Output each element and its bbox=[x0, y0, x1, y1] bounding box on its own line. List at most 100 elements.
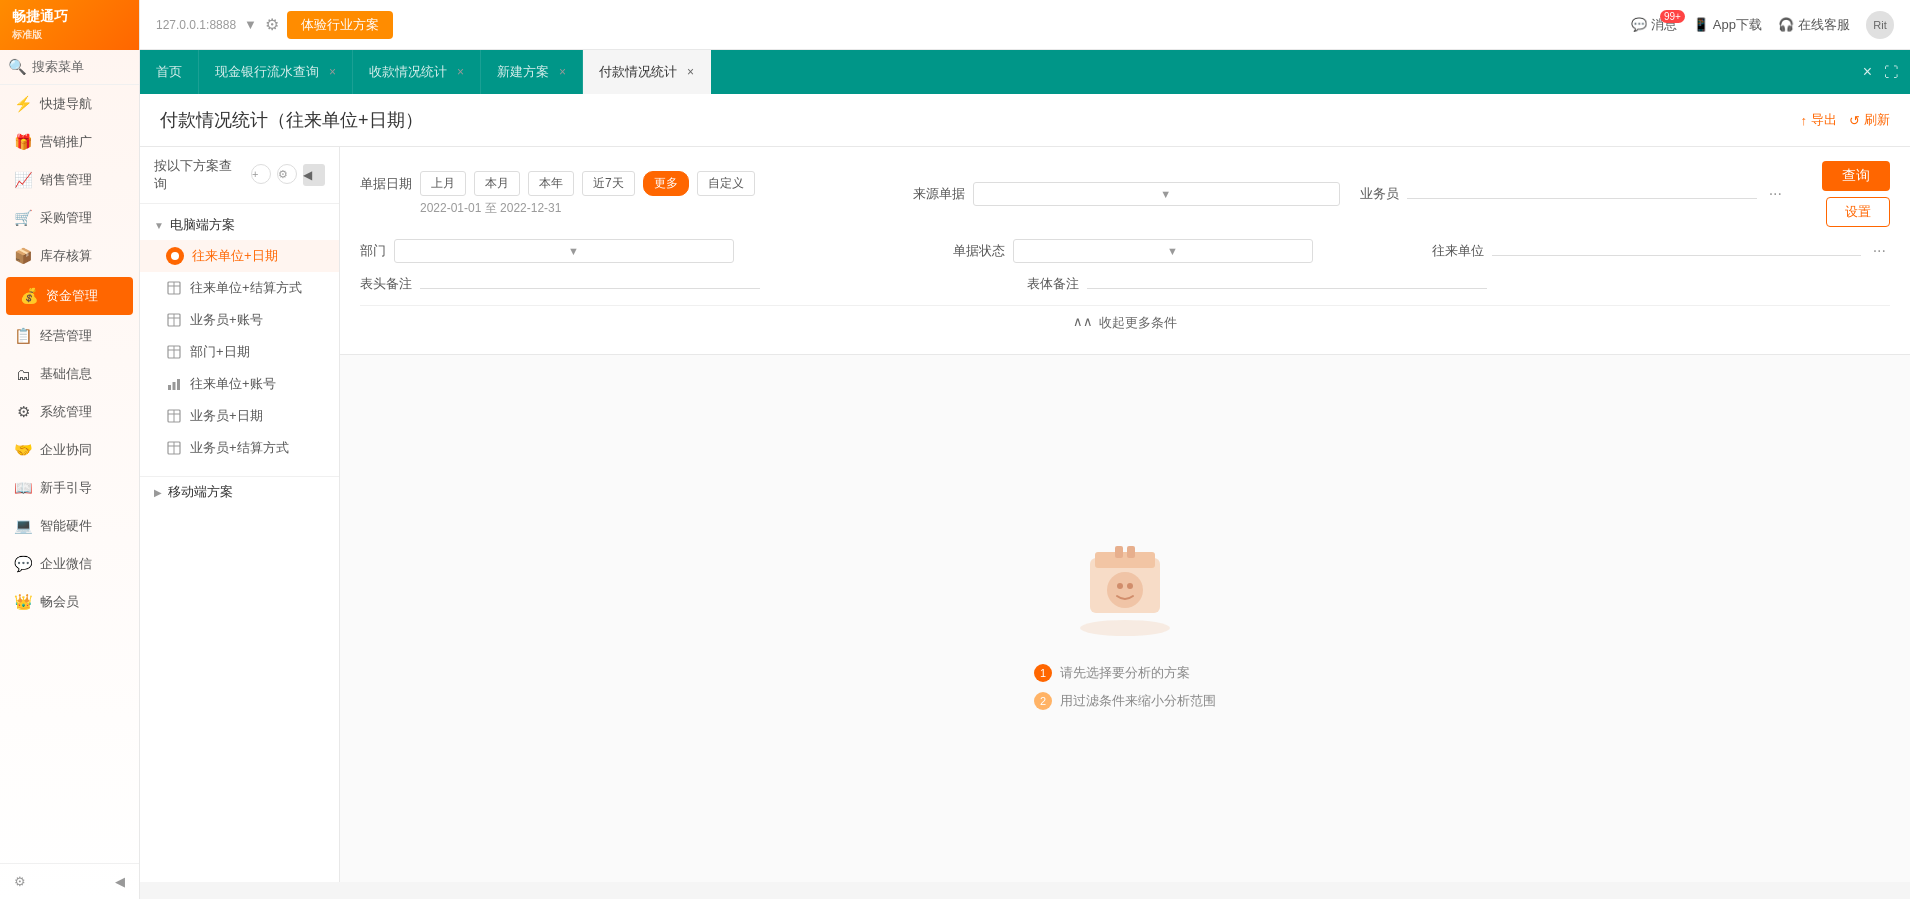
query-btn-area: 查询 设置 bbox=[1822, 161, 1890, 227]
chevron-left-icon: ◀ bbox=[303, 168, 325, 182]
header-note-col: 表头备注 bbox=[360, 275, 1007, 293]
tab-receipt-stats-label: 收款情况统计 bbox=[369, 63, 447, 81]
scheme-panel-icons: + ⚙ ◀ bbox=[251, 164, 325, 186]
app-download-area[interactable]: 📱 App下载 bbox=[1693, 16, 1762, 34]
export-btn[interactable]: ↑ 导出 bbox=[1801, 111, 1838, 129]
last-7days-btn[interactable]: 近7天 bbox=[582, 171, 635, 196]
app-download-label: App下载 bbox=[1713, 16, 1762, 34]
sidebar-item-member[interactable]: 👑 畅会员 bbox=[0, 583, 139, 621]
tab-bank-flow[interactable]: 现金银行流水查询 × bbox=[199, 50, 353, 94]
mobile-scheme-group: ▶ 移动端方案 bbox=[140, 470, 339, 513]
sidebar-label-coop: 企业协同 bbox=[40, 441, 92, 459]
scheme-item-dept-date[interactable]: 部门+日期 bbox=[140, 336, 339, 368]
staff-more-btn[interactable]: ··· bbox=[1765, 185, 1786, 203]
page-content: 付款情况统计（往来单位+日期） ↑ 导出 ↺ 刷新 按以下方案查询 bbox=[140, 94, 1910, 899]
scheme-item-staff-account[interactable]: 业务员+账号 bbox=[140, 304, 339, 336]
source-select[interactable]: ▼ bbox=[973, 182, 1339, 206]
settings-button[interactable]: 设置 bbox=[1826, 197, 1890, 227]
book-icon: 📖 bbox=[14, 479, 32, 497]
sidebar-label-inventory: 库存核算 bbox=[40, 247, 92, 265]
partner-input-area bbox=[1492, 247, 1861, 256]
address-dropdown-icon[interactable]: ▼ bbox=[244, 17, 257, 32]
body-note-input[interactable] bbox=[1087, 280, 1487, 289]
tab-fullscreen-icon[interactable]: ⛶ bbox=[1884, 64, 1898, 80]
tab-bank-flow-close[interactable]: × bbox=[329, 65, 336, 79]
header-note-label: 表头备注 bbox=[360, 275, 412, 293]
sidebar-item-basic-info[interactable]: 🗂 基础信息 bbox=[0, 355, 139, 393]
sidebar-item-coop[interactable]: 🤝 企业协同 bbox=[0, 431, 139, 469]
source-label: 来源单据 bbox=[913, 185, 965, 203]
arrow-right-icon: ▶ bbox=[154, 487, 162, 498]
scheme-label-staff-account: 业务员+账号 bbox=[190, 311, 263, 329]
sidebar-label-search: 搜索菜单 bbox=[32, 58, 84, 76]
gift-icon: 🎁 bbox=[14, 133, 32, 151]
mobile-group-toggle[interactable]: ▶ 移动端方案 bbox=[140, 476, 339, 507]
plus-icon: + bbox=[252, 168, 270, 180]
last-month-btn[interactable]: 上月 bbox=[420, 171, 466, 196]
tab-payment-stats-close[interactable]: × bbox=[687, 65, 694, 79]
tab-new-scheme[interactable]: 新建方案 × bbox=[481, 50, 583, 94]
online-service-area[interactable]: 🎧 在线客服 bbox=[1778, 16, 1850, 34]
sidebar-item-inventory[interactable]: 📦 库存核算 bbox=[0, 237, 139, 275]
money-icon: 💰 bbox=[20, 287, 38, 305]
sidebar-item-sales[interactable]: 📈 销售管理 bbox=[0, 161, 139, 199]
empty-illustration bbox=[1065, 528, 1185, 648]
svg-point-24 bbox=[1127, 583, 1133, 589]
header-note-input[interactable] bbox=[420, 280, 760, 289]
scheme-settings-btn[interactable]: ⚙ bbox=[277, 164, 297, 184]
sidebar-item-hardware[interactable]: 💻 智能硬件 bbox=[0, 507, 139, 545]
custom-date-btn[interactable]: 自定义 bbox=[697, 171, 755, 196]
sidebar-item-quick-nav[interactable]: ⚡ 快捷导航 bbox=[0, 85, 139, 123]
body-note-col: 表体备注 bbox=[1027, 275, 1890, 293]
online-service-label: 在线客服 bbox=[1798, 16, 1850, 34]
sidebar-item-search-menu[interactable]: 🔍 搜索菜单 bbox=[0, 50, 139, 85]
user-avatar[interactable]: Rit bbox=[1866, 11, 1894, 39]
collapse-sidebar-icon[interactable]: ◀ bbox=[115, 874, 125, 889]
logo-text: 畅捷通巧 bbox=[12, 8, 68, 26]
scheme-collapse-btn[interactable]: ◀ bbox=[303, 164, 325, 186]
tab-receipt-stats[interactable]: 收款情况统计 × bbox=[353, 50, 481, 94]
pc-group-toggle[interactable]: ▼ 电脑端方案 bbox=[140, 210, 339, 240]
sidebar-item-marketing[interactable]: 🎁 营销推广 bbox=[0, 123, 139, 161]
scheme-item-unit-date[interactable]: 往来单位+日期 bbox=[140, 240, 339, 272]
svg-rect-26 bbox=[1127, 546, 1135, 558]
lightning-icon: ⚡ bbox=[14, 95, 32, 113]
tab-payment-stats[interactable]: 付款情况统计 × bbox=[583, 50, 711, 94]
message-icon: 💬 bbox=[1631, 17, 1647, 32]
scheme-item-unit-settle[interactable]: 往来单位+结算方式 bbox=[140, 272, 339, 304]
sidebar-item-system[interactable]: ⚙ 系统管理 bbox=[0, 393, 139, 431]
sidebar-item-operations[interactable]: 📋 经营管理 bbox=[0, 317, 139, 355]
this-month-btn[interactable]: 本月 bbox=[474, 171, 520, 196]
svg-point-23 bbox=[1117, 583, 1123, 589]
scheme-item-staff-settle[interactable]: 业务员+结算方式 bbox=[140, 432, 339, 464]
scheme-item-staff-date[interactable]: 业务员+日期 bbox=[140, 400, 339, 432]
scheme-item-unit-account[interactable]: 往来单位+账号 bbox=[140, 368, 339, 400]
tab-receipt-close[interactable]: × bbox=[457, 65, 464, 79]
source-doc-col: 来源单据 ▼ bbox=[913, 182, 1339, 206]
notification-area[interactable]: 💬 消息 99+ bbox=[1631, 16, 1677, 34]
staff-input-area bbox=[1407, 190, 1757, 199]
scheme-label-dept-date: 部门+日期 bbox=[190, 343, 250, 361]
more-dates-btn[interactable]: 更多 bbox=[643, 171, 689, 196]
folder-icon: 🗂 bbox=[14, 365, 32, 383]
collapse-bar[interactable]: ∧∧ 收起更多条件 bbox=[360, 305, 1890, 340]
tab-home[interactable]: 首页 bbox=[140, 50, 199, 94]
sidebar-item-guide[interactable]: 📖 新手引导 bbox=[0, 469, 139, 507]
trial-btn[interactable]: 体验行业方案 bbox=[287, 11, 393, 39]
topbar-settings-icon[interactable]: ⚙ bbox=[265, 15, 279, 34]
refresh-btn[interactable]: ↺ 刷新 bbox=[1849, 111, 1890, 129]
sidebar-item-wechat[interactable]: 💬 企业微信 bbox=[0, 545, 139, 583]
tab-close-all-icon[interactable]: × bbox=[1863, 63, 1872, 81]
dept-select[interactable]: ▼ bbox=[394, 239, 734, 263]
this-year-btn[interactable]: 本年 bbox=[528, 171, 574, 196]
sidebar-item-capital[interactable]: 💰 资金管理 bbox=[6, 277, 133, 315]
partner-more-btn[interactable]: ··· bbox=[1869, 242, 1890, 260]
tab-new-scheme-close[interactable]: × bbox=[559, 65, 566, 79]
svg-point-0 bbox=[171, 252, 179, 260]
query-button[interactable]: 查询 bbox=[1822, 161, 1890, 191]
sidebar-item-purchase[interactable]: 🛒 采购管理 bbox=[0, 199, 139, 237]
add-scheme-btn[interactable]: + bbox=[251, 164, 271, 184]
doc-status-select[interactable]: ▼ bbox=[1013, 239, 1313, 263]
settings-bottom-icon[interactable]: ⚙ bbox=[14, 874, 26, 889]
tab-new-scheme-label: 新建方案 bbox=[497, 63, 549, 81]
